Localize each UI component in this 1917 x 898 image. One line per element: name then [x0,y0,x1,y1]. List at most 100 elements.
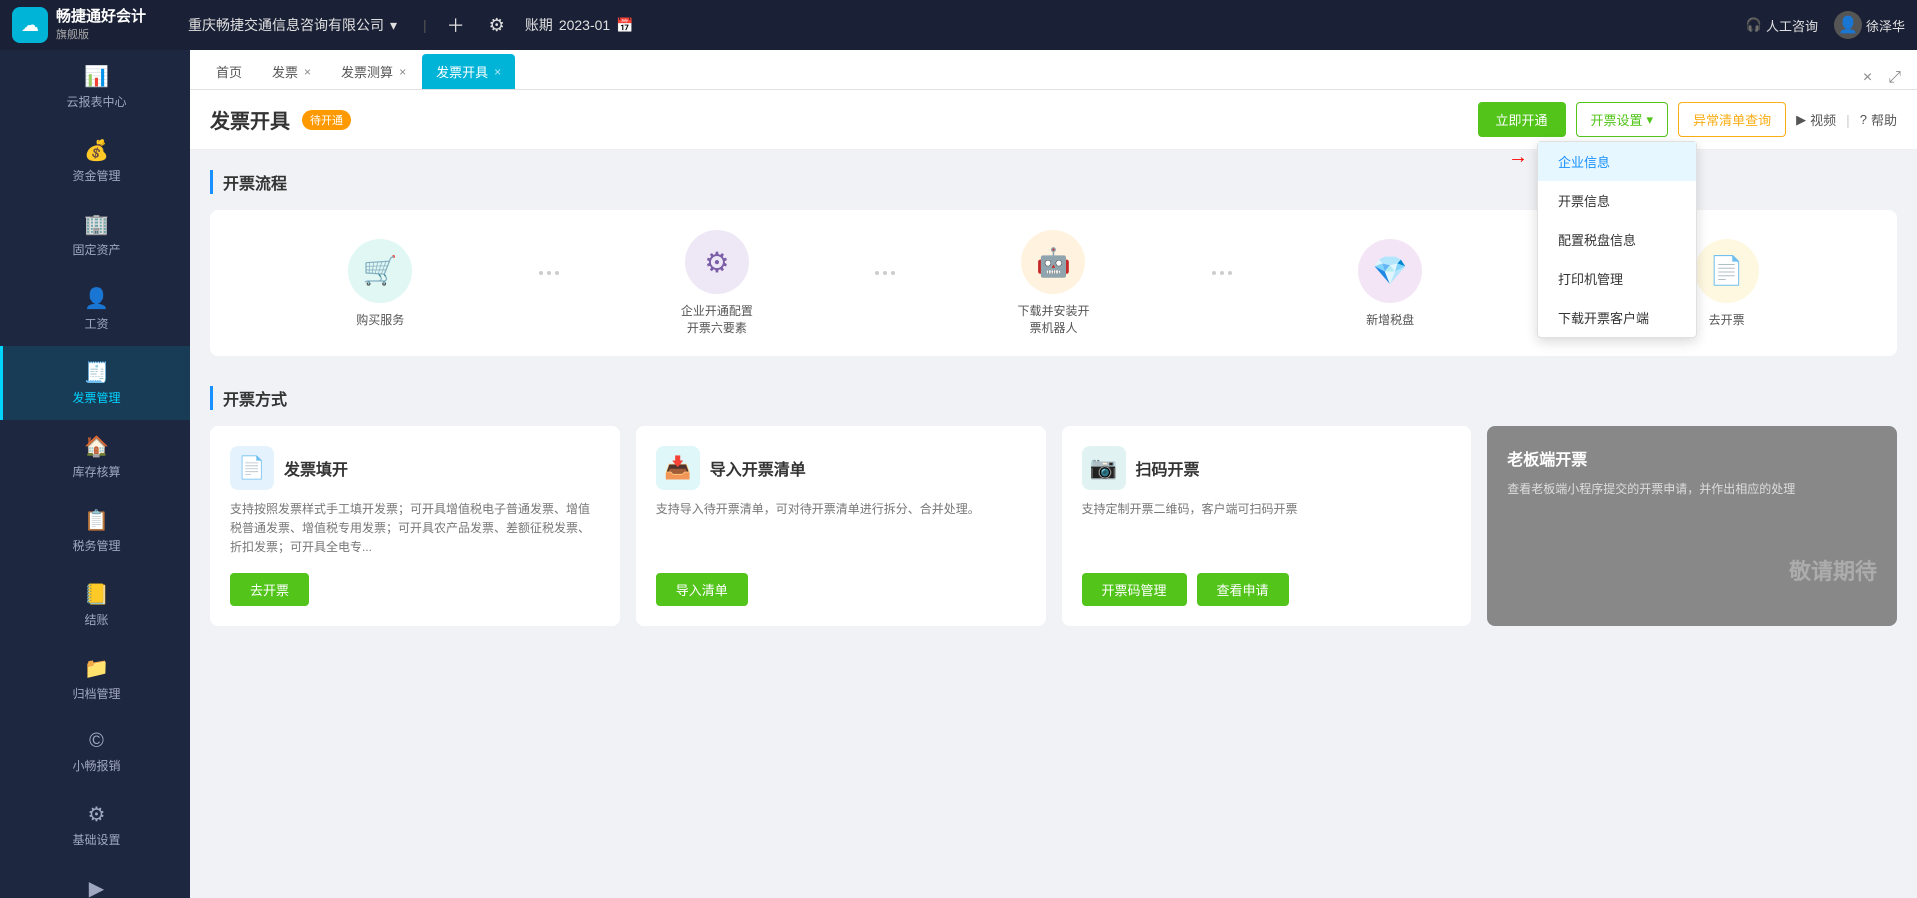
sidebar-item-label: 税务管理 [72,537,120,554]
import-icon: 📥 [656,446,700,490]
report-icon: 📊 [84,64,109,89]
account-icon: 📒 [84,582,109,607]
method-card-manual: 📄 发票填开 支持按照发票样式手工填开发票；可开具增值税电子普通发票、增值税普通… [210,426,620,626]
page-title: 发票开具 [210,105,290,134]
sidebar-item-label: 固定资产 [72,241,120,258]
methods-section-title: 开票方式 [210,386,1897,410]
tab-invoice-test-label: 发票测算 [341,62,393,81]
dropdown-item-invoice-info[interactable]: 开票信息 [1538,181,1696,220]
avatar: 👤 [1834,11,1862,39]
tab-invoice-issue-close[interactable]: × [494,65,501,79]
sidebar-item-asset[interactable]: 🏢 固定资产 [0,198,190,272]
goto-invoice-btn[interactable]: 去开票 [230,573,309,606]
settings-icon: ⚙ [88,802,106,827]
salary-icon: 👤 [84,286,109,311]
method-header-scan: 📷 扫码开票 [1082,446,1452,490]
period-label: 账期 [525,15,553,35]
video-btn-label: 视频 [1810,110,1836,129]
dropdown-item-label: 企业信息 [1558,155,1610,170]
tab-invoice-close[interactable]: × [304,65,311,79]
archive-icon: 📁 [84,656,109,681]
sidebar-item-fund[interactable]: 💰 资金管理 [0,124,190,198]
sidebar-item-inventory[interactable]: 🏠 库存核算 [0,420,190,494]
tab-invoice-issue[interactable]: 发票开具 × [422,54,515,89]
dropdown-item-download[interactable]: 下载开票客户端 [1538,298,1696,337]
support-btn[interactable]: 🎧 人工咨询 [1746,16,1818,35]
tab-controls: × ⤢ [1859,67,1905,89]
inventory-icon: 🏠 [84,434,109,459]
sidebar-item-account[interactable]: 📒 结账 [0,568,190,642]
sidebar-item-settings[interactable]: ⚙ 基础设置 [0,788,190,862]
sidebar-item-tax[interactable]: 📋 税务管理 [0,494,190,568]
dropdown-item-printer[interactable]: 打印机管理 [1538,259,1696,298]
sidebar-item-report[interactable]: 📊 云报表中心 [0,50,190,124]
tab-home-label: 首页 [216,62,242,81]
settings-icon[interactable]: ⚙ [485,11,509,40]
view-apply-btn[interactable]: 查看申请 [1197,573,1289,606]
dropdown-item-label: 配置税盘信息 [1558,233,1636,248]
tab-home[interactable]: 首页 [202,54,256,89]
boss-overlay: 敬请期待 [1789,554,1877,586]
add-icon[interactable]: ＋ [443,8,469,42]
dropdown-item-label: 开票信息 [1558,194,1610,209]
abnormal-btn[interactable]: 异常清单查询 [1678,102,1786,137]
guide-icon: ▶ [89,876,104,898]
methods-grid: 📄 发票填开 支持按照发票样式手工填开发票；可开具增值税电子普通发票、增值税普通… [210,426,1897,626]
help-btn[interactable]: ? 帮助 [1860,110,1897,129]
sidebar-item-guide[interactable]: ▶ 新手引导 [0,862,190,898]
sidebar-item-label: 云报表中心 [66,93,126,110]
import-title: 导入开票清单 [710,456,806,480]
fund-icon: 💰 [84,138,109,163]
sidebar-item-invoice-mgmt[interactable]: 🧾 发票管理 [0,346,190,420]
calendar-icon[interactable]: 📅 [616,17,633,34]
expand-tab-btn[interactable]: ⤢ [1884,67,1905,89]
connector2 [867,271,903,275]
close-tab-btn[interactable]: × [1859,67,1876,89]
boss-desc: 查看老板端小程序提交的开票申请，并作出相应的处理 [1507,480,1877,499]
dropdown-item-label: 下载开票客户端 [1558,311,1649,326]
activate-btn[interactable]: 立即开通 [1478,102,1566,137]
help-btn-label: 帮助 [1871,110,1897,129]
app-name: 畅捷通好会计 [56,8,146,26]
logo-area: ☁ 畅捷通好会计 旗舰版 [12,7,162,43]
flow-step-label: 去开票 [1709,311,1745,328]
sidebar-item-salary[interactable]: 👤 工资 [0,272,190,346]
company-selector[interactable]: 重庆畅捷交通信息咨询有限公司 ▾ [178,11,407,39]
qrcode-mgmt-btn[interactable]: 开票码管理 [1082,573,1187,606]
flow-step-label: 下载并安装开票机器人 [1013,302,1093,336]
sidebar-item-archive[interactable]: 📁 归档管理 [0,642,190,716]
tab-invoice-test-close[interactable]: × [399,65,406,79]
user-btn[interactable]: 👤 徐泽华 [1834,11,1905,39]
flow-step-download: 🤖 下载并安装开票机器人 [903,230,1204,336]
buy-icon: 🛒 [348,239,412,303]
flow-step-add-tax: 💎 新增税盘 [1240,239,1541,328]
manual-icon: 📄 [230,446,274,490]
status-badge: 待开通 [302,110,351,130]
method-card-scan: 📷 扫码开票 支持定制开票二维码，客户端可扫码开票 开票码管理 查看申请 [1062,426,1472,626]
invoice-mgmt-icon: 🧾 [84,360,109,385]
sidebar-item-label: 结账 [84,611,108,628]
video-btn[interactable]: ▶ 视频 [1796,110,1836,129]
manual-desc: 支持按照发票样式手工填开发票；可开具增值税电子普通发票、增值税普通发票、增值税专… [230,500,600,558]
sidebar-item-label: 工资 [84,315,108,332]
tab-invoice-test[interactable]: 发票测算 × [327,54,420,89]
logo-icon: ☁ [12,7,48,43]
settings-btn[interactable]: 开票设置 ▾ [1576,102,1669,137]
dropdown-item-company-info[interactable]: 企业信息 [1538,142,1696,181]
import-list-btn[interactable]: 导入清单 [656,573,748,606]
flow-step-label: 企业开通配置开票六要素 [677,302,757,336]
tab-invoice-label: 发票 [272,62,298,81]
tab-invoice[interactable]: 发票 × [258,54,325,89]
sidebar: 📊 云报表中心 💰 资金管理 🏢 固定资产 👤 工资 🧾 发票管理 🏠 [0,50,190,898]
dropdown-item-tax-config[interactable]: 配置税盘信息 [1538,220,1696,259]
company-name: 重庆畅捷交通信息咨询有限公司 [188,15,384,35]
config-icon: ⚙ [685,230,749,294]
sidebar-item-report2[interactable]: © 小畅报销 [0,716,190,788]
scan-desc: 支持定制开票二维码，客户端可扫码开票 [1082,500,1452,519]
sidebar-item-label: 资金管理 [72,167,120,184]
flow-step-label: 购买服务 [356,311,404,328]
asset-icon: 🏢 [84,212,109,237]
separator: | [1846,112,1850,128]
sidebar-item-label: 库存核算 [72,463,120,480]
page-actions: 立即开通 开票设置 ▾ 异常清单查询 ▶ 视频 | ? 帮助 [1478,102,1897,137]
